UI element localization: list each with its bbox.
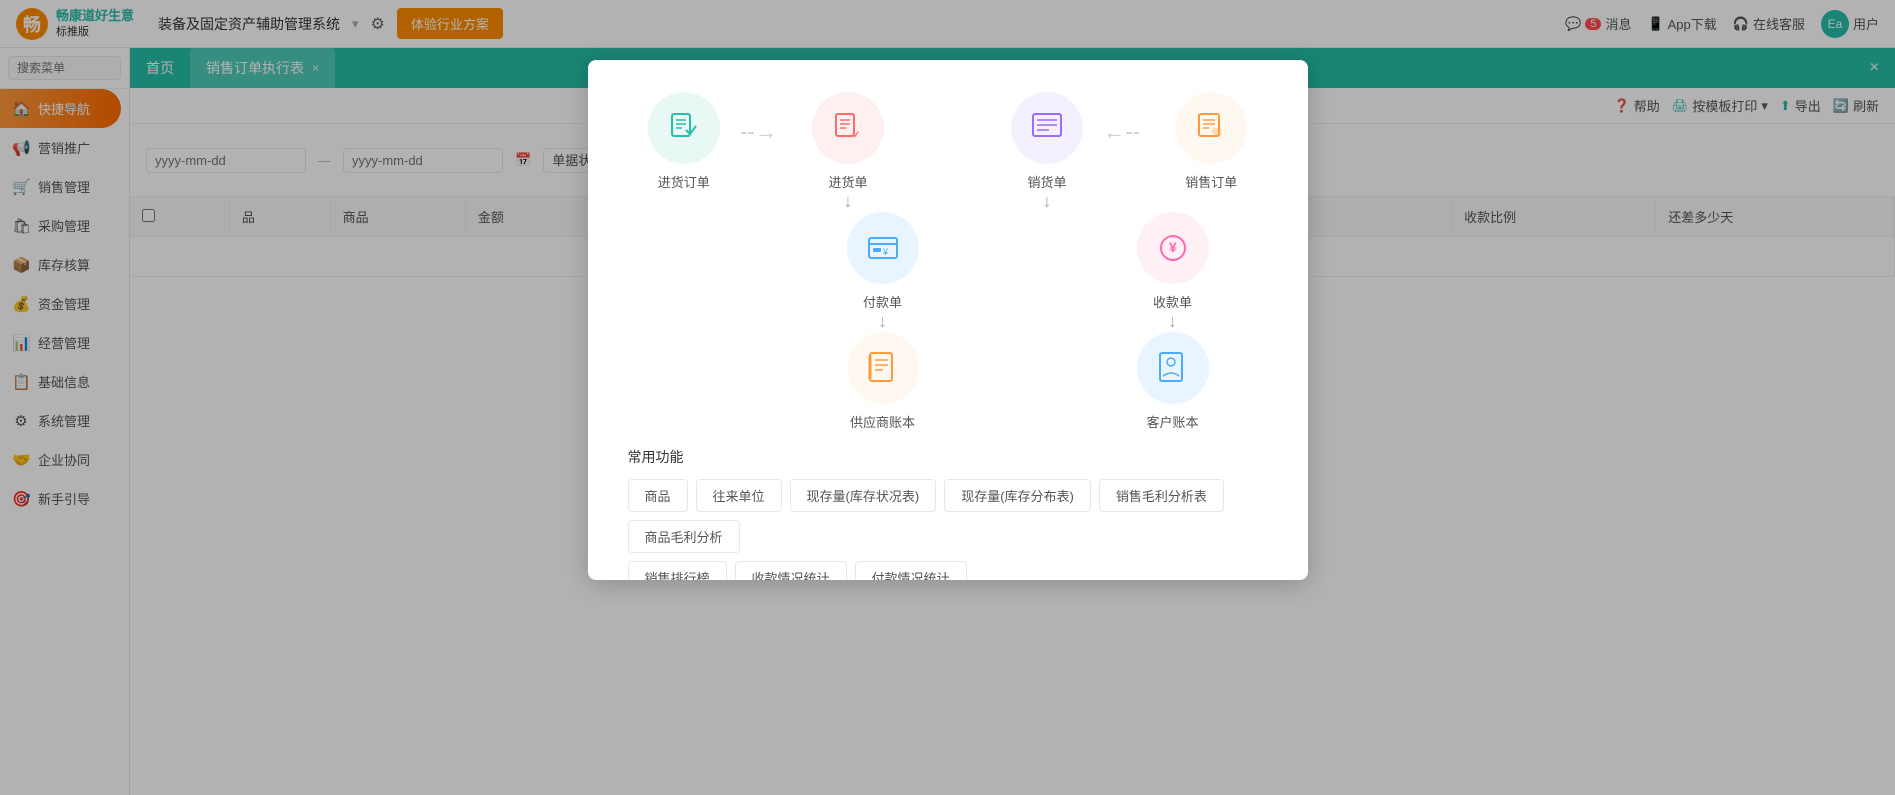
sales-order-icon: [1193, 110, 1229, 146]
payment-icon: ¥: [865, 230, 901, 266]
flow-item-customer-ledger[interactable]: 客户账本: [1108, 332, 1238, 431]
svg-text:✓: ✓: [852, 130, 860, 141]
receipt-circle: ¥: [1137, 212, 1209, 284]
flow-label-customer-ledger: 客户账本: [1146, 412, 1198, 431]
flow-label-purchase-bill: 进货单: [829, 172, 868, 191]
v-arrow-spacer5: [948, 311, 1108, 332]
modal-body: 进货订单 - - →: [588, 60, 1308, 580]
v-arrow-payment: ↓: [818, 311, 948, 332]
flow-item-payment[interactable]: ¥ 付款单: [818, 212, 948, 311]
v-arrow-spacer2: [740, 191, 792, 212]
supplier-ledger-circle: [847, 332, 919, 404]
flow-item-sales-bill[interactable]: 销货单: [991, 92, 1103, 191]
flow-row-2: ¥ 付款单: [818, 212, 1268, 311]
purchase-order-circle: [648, 92, 720, 164]
flow-label-payment: 付款单: [863, 292, 902, 311]
flow-label-purchase-order: 进货订单: [658, 172, 710, 191]
modal-overlay: 进货订单 - - →: [130, 48, 1895, 795]
sales-bill-circle: [1011, 92, 1083, 164]
v-arrow-spacer3: [904, 191, 990, 212]
vertical-arrows-row2: ↓ ↓: [818, 311, 1268, 332]
v-arrow-receipt: ↓: [1108, 311, 1238, 332]
flow-label-receipt: 收款单: [1153, 292, 1192, 311]
v-arrow-sales: ↓: [991, 191, 1103, 212]
v-arrow-spacer4: [1103, 191, 1155, 212]
func-btn-receipt-stats[interactable]: 收款情况统计: [735, 561, 847, 580]
customer-ledger-icon: [1155, 350, 1191, 386]
flow-diagram: 进货订单 - - →: [628, 92, 1268, 431]
supplier-ledger-icon: [865, 350, 901, 386]
flow-item-sales-order[interactable]: 销售订单: [1155, 92, 1267, 191]
flow-row-1: 进货订单 - - →: [628, 92, 1268, 191]
app-container: 畅 畅康道好生意 标推版 装备及固定资产辅助管理系统 ▾ ⚙ 体验行业方案 💬 …: [0, 0, 1895, 795]
flow-label-sales-bill: 销货单: [1027, 172, 1066, 191]
func-buttons-row1: 商品 往来单位 现存量(库存状况表) 现存量(库存分布表) 销售毛利分析表 商品…: [628, 479, 1268, 553]
flow-row-3: 供应商账本: [818, 332, 1268, 431]
flow-label-sales-order: 销售订单: [1185, 172, 1237, 191]
common-functions-title: 常用功能: [628, 447, 1268, 467]
arrow-2: ← - -: [1103, 119, 1155, 165]
flow-item-purchase-bill[interactable]: ✓ 进货单: [792, 92, 904, 191]
func-btn-product[interactable]: 商品: [628, 479, 688, 512]
receipt-icon: ¥: [1155, 230, 1191, 266]
sales-order-circle: [1175, 92, 1247, 164]
quick-nav-modal: 进货订单 - - →: [588, 60, 1308, 580]
vertical-arrows-row: ↓ ↓: [628, 191, 1268, 212]
flow-item-supplier-ledger[interactable]: 供应商账本: [818, 332, 948, 431]
flow-item-receipt[interactable]: ¥ 收款单: [1108, 212, 1238, 311]
arrow-1: - - →: [740, 119, 792, 165]
customer-ledger-circle: [1137, 332, 1209, 404]
v-arrow-spacer: [628, 191, 740, 212]
func-buttons-row2: 销售排行榜 收款情况统计 付款情况统计: [628, 561, 1268, 580]
flow-label-supplier-ledger: 供应商账本: [850, 412, 915, 431]
svg-text:¥: ¥: [1169, 239, 1177, 255]
svg-text:¥: ¥: [882, 247, 889, 257]
v-arrow-sales-order: [1155, 191, 1267, 212]
func-btn-payment-stats[interactable]: 付款情况统计: [855, 561, 967, 580]
v-arrow-purchase: ↓: [792, 191, 904, 212]
purchase-bill-icon: ✓: [830, 110, 866, 146]
main-area: 🏠 快捷导航 📢 营销推广 🛒 销售管理 🛍 采购管理 📦 库存核算 💰: [0, 48, 1895, 795]
func-btn-product-margin[interactable]: 商品毛利分析: [628, 520, 740, 553]
sales-bill-icon: [1029, 110, 1065, 146]
func-btn-stock-dist[interactable]: 现存量(库存分布表): [944, 479, 1091, 512]
purchase-order-icon: [666, 110, 702, 146]
flow-item-purchase-order[interactable]: 进货订单: [628, 92, 740, 191]
func-btn-counterparty[interactable]: 往来单位: [696, 479, 782, 512]
common-functions-section: 常用功能 商品 往来单位 现存量(库存状况表) 现存量(库存分布表) 销售毛利分…: [628, 431, 1268, 580]
func-btn-stock-status[interactable]: 现存量(库存状况表): [790, 479, 937, 512]
func-btn-sales-rank[interactable]: 销售排行榜: [628, 561, 727, 580]
purchase-bill-circle: ✓: [812, 92, 884, 164]
content-area: 首页 销售订单执行表 × × ❓ 帮助 🖨 按模板打印 ▾: [130, 48, 1895, 795]
func-btn-sales-margin[interactable]: 销售毛利分析表: [1099, 479, 1224, 512]
payment-circle: ¥: [847, 212, 919, 284]
